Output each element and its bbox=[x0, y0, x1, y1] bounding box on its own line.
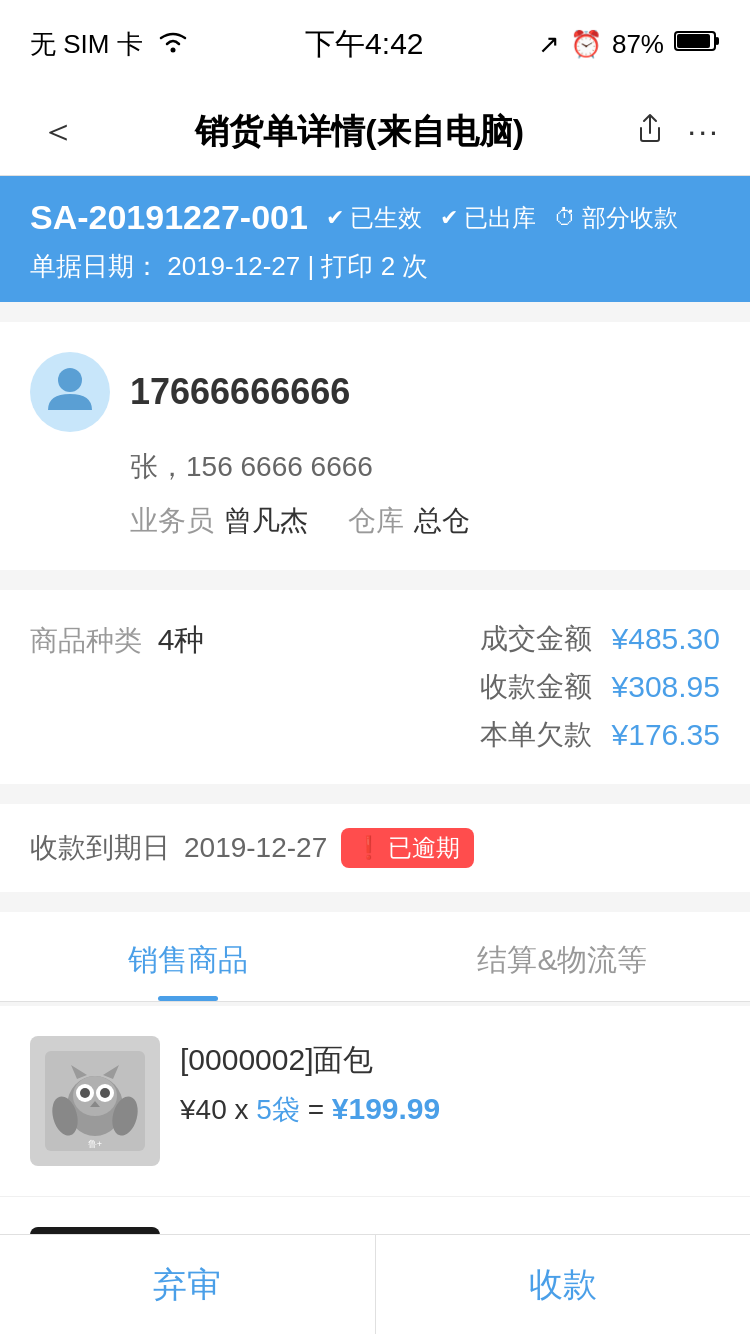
svg-text:鲁+: 鲁+ bbox=[88, 1139, 102, 1149]
tab-settlement[interactable]: 结算&物流等 bbox=[375, 912, 750, 1001]
user-icon bbox=[42, 358, 98, 426]
product-qty-1: 5袋 bbox=[256, 1094, 300, 1125]
svg-point-10 bbox=[80, 1088, 90, 1098]
order-id-row: SA-20191227-001 ✔ 已生效 ✔ 已出库 ⏱ 部分收款 bbox=[30, 198, 720, 237]
status-time: 下午4:42 bbox=[305, 24, 423, 65]
overdue-text: 已逾期 bbox=[388, 832, 460, 864]
status-badge-2: ✔ 已出库 bbox=[440, 202, 536, 234]
status-bar: 无 SIM 卡 下午4:42 ↗ ⏰ 87% bbox=[0, 0, 750, 88]
owed-amount-row: 本单欠款 ¥176.35 bbox=[480, 716, 720, 754]
product-total-1: ¥199.99 bbox=[332, 1092, 440, 1125]
customer-row: 17666666666 bbox=[30, 352, 720, 432]
more-icon[interactable]: ··· bbox=[687, 113, 720, 150]
cancel-button[interactable]: 弃审 bbox=[0, 1235, 376, 1334]
svg-point-0 bbox=[170, 47, 175, 52]
status-badge-3: ⏱ 部分收款 bbox=[554, 202, 678, 234]
warehouse-value: 总仓 bbox=[414, 502, 470, 540]
battery-text: 87% bbox=[612, 29, 664, 60]
svg-point-11 bbox=[100, 1088, 110, 1098]
category-count: 4种 bbox=[158, 623, 205, 656]
wifi-icon bbox=[155, 28, 191, 61]
order-date-row: 单据日期： 2019-12-27 | 打印 2 次 bbox=[30, 249, 720, 284]
header-banner: SA-20191227-001 ✔ 已生效 ✔ 已出库 ⏱ 部分收款 单据日期：… bbox=[0, 176, 750, 302]
salesperson-item: 业务员 曾凡杰 bbox=[130, 502, 308, 540]
status-right: ↗ ⏰ 87% bbox=[538, 29, 720, 60]
category-label: 商品种类 bbox=[30, 625, 142, 656]
carrier-text: 无 SIM 卡 bbox=[30, 27, 143, 62]
owed-amount: ¥176.35 bbox=[612, 718, 720, 752]
tab-sales-products[interactable]: 销售商品 bbox=[0, 912, 375, 1001]
tabs-row: 销售商品 结算&物流等 bbox=[0, 912, 750, 1001]
status-badge-1: ✔ 已生效 bbox=[326, 202, 422, 234]
product-price-1: ¥40 x 5袋 = ¥199.99 bbox=[180, 1091, 720, 1129]
confirm-button[interactable]: 收款 bbox=[376, 1235, 751, 1334]
location-icon: ↗ bbox=[538, 29, 560, 60]
owed-label: 本单欠款 bbox=[480, 716, 592, 754]
status-left: 无 SIM 卡 bbox=[30, 27, 191, 62]
nav-bar: ＜ 销货单详情(来自电脑) ··· bbox=[0, 88, 750, 176]
product-item: 鲁+ [0000002]面包 ¥40 x 5袋 = ¥199.99 bbox=[0, 1006, 750, 1197]
alarm-icon: ⏰ bbox=[570, 29, 602, 60]
due-date-label: 收款到期日 bbox=[30, 829, 170, 867]
product-thumb-1: 鲁+ bbox=[30, 1036, 160, 1166]
product-info-1: [0000002]面包 ¥40 x 5袋 = ¥199.99 bbox=[180, 1036, 720, 1129]
deal-label: 成交金额 bbox=[480, 620, 592, 658]
product-name-1: [0000002]面包 bbox=[180, 1040, 720, 1081]
received-amount: ¥308.95 bbox=[612, 670, 720, 704]
salesperson-value: 曾凡杰 bbox=[224, 502, 308, 540]
tabs-section: 销售商品 结算&物流等 bbox=[0, 912, 750, 1002]
battery-icon bbox=[674, 29, 720, 60]
received-label: 收款金额 bbox=[480, 668, 592, 706]
order-id: SA-20191227-001 bbox=[30, 198, 308, 237]
check-icon-1: ✔ bbox=[326, 205, 344, 231]
back-button[interactable]: ＜ bbox=[30, 97, 86, 166]
overdue-badge: ❗ 已逾期 bbox=[341, 828, 474, 868]
svg-rect-3 bbox=[677, 34, 710, 48]
customer-section: 17666666666 张，156 6666 6666 业务员 曾凡杰 仓库 总… bbox=[0, 322, 750, 570]
check-icon-2: ✔ bbox=[440, 205, 458, 231]
warehouse-label: 仓库 bbox=[348, 502, 404, 540]
bottom-bar: 弃审 收款 bbox=[0, 1234, 750, 1334]
stats-left: 商品种类 4种 bbox=[30, 620, 204, 661]
avatar bbox=[30, 352, 110, 432]
salesperson-label: 业务员 bbox=[130, 502, 214, 540]
share-icon[interactable] bbox=[633, 111, 667, 153]
warehouse-item: 仓库 总仓 bbox=[348, 502, 470, 540]
due-date-value: 2019-12-27 bbox=[184, 832, 327, 864]
page-title: 销货单详情(来自电脑) bbox=[195, 109, 524, 155]
svg-rect-2 bbox=[715, 37, 719, 45]
customer-meta: 业务员 曾凡杰 仓库 总仓 bbox=[30, 502, 720, 540]
stats-section: 商品种类 4种 成交金额 ¥485.30 收款金额 ¥308.95 本单欠款 ¥… bbox=[0, 590, 750, 784]
clock-icon: ⏱ bbox=[554, 205, 576, 231]
stats-right: 成交金额 ¥485.30 收款金额 ¥308.95 本单欠款 ¥176.35 bbox=[480, 620, 720, 754]
received-amount-row: 收款金额 ¥308.95 bbox=[480, 668, 720, 706]
nav-actions: ··· bbox=[633, 111, 720, 153]
deal-amount-row: 成交金额 ¥485.30 bbox=[480, 620, 720, 658]
deal-amount: ¥485.30 bbox=[612, 622, 720, 656]
customer-name-phone: 张，156 6666 6666 bbox=[30, 448, 720, 486]
due-section: 收款到期日 2019-12-27 ❗ 已逾期 bbox=[0, 804, 750, 892]
svg-point-4 bbox=[58, 368, 82, 392]
customer-phone: 17666666666 bbox=[130, 371, 350, 413]
overdue-icon: ❗ bbox=[355, 835, 382, 861]
